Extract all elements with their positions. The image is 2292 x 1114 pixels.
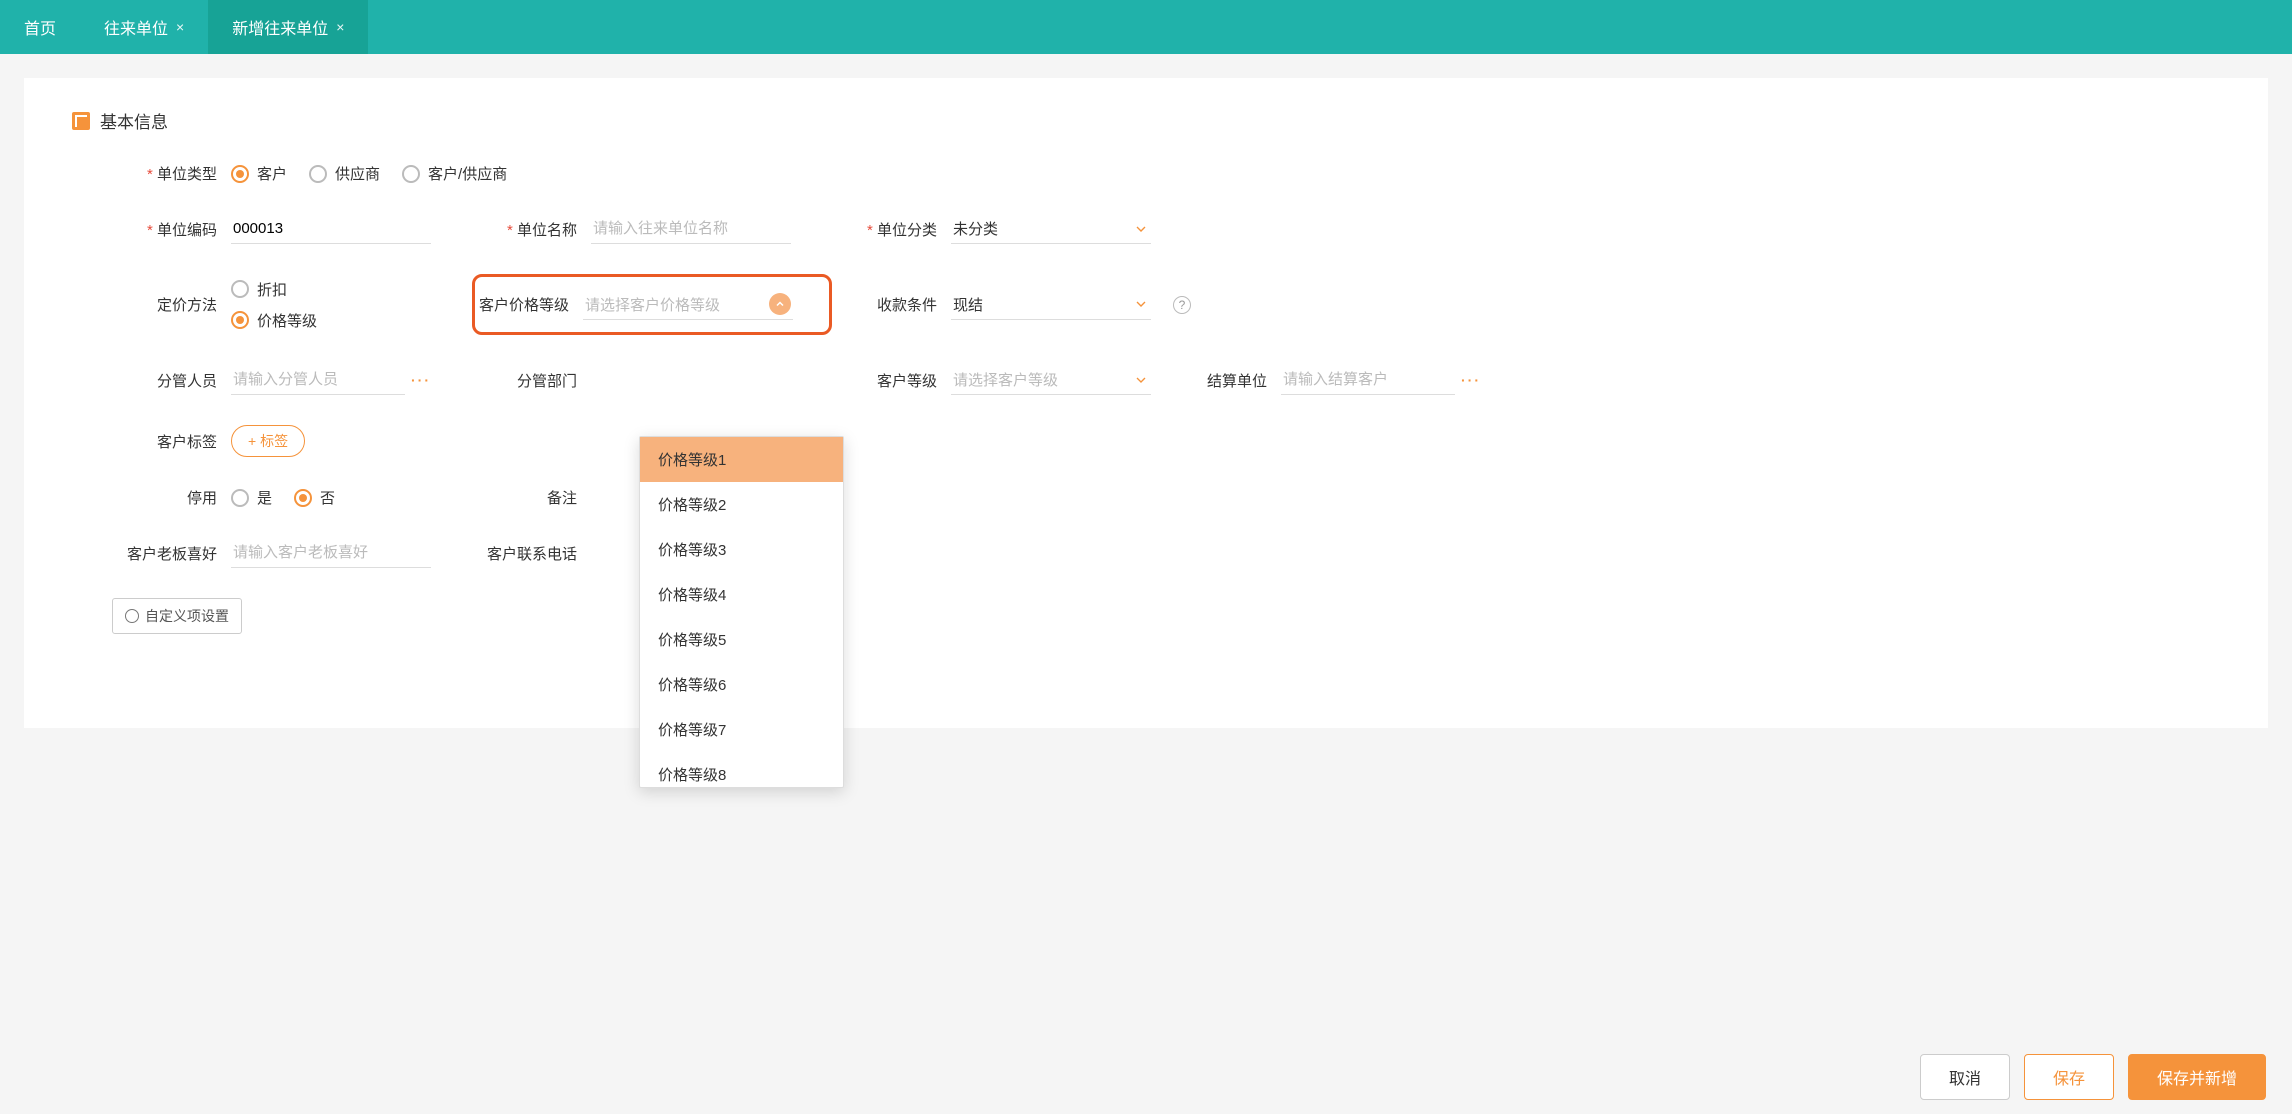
boss-hobby-input[interactable] (231, 538, 431, 568)
radio-customer[interactable]: 客户 (231, 163, 287, 184)
more-icon[interactable]: ··· (1455, 372, 1481, 388)
label-customer-tag: 客户标签 (112, 431, 217, 452)
label-pricing-method: 定价方法 (112, 294, 217, 315)
radio-discount[interactable]: 折扣 (231, 279, 317, 300)
unit-type-radio-group: 客户 供应商 客户/供应商 (231, 163, 507, 184)
unit-code-input[interactable] (231, 214, 431, 244)
dropdown-item[interactable]: 价格等级4 (640, 572, 843, 617)
cancel-button[interactable]: 取消 (1920, 1054, 2010, 1100)
save-button[interactable]: 保存 (2024, 1054, 2114, 1100)
tab-bar: 首页 往来单位 × 新增往来单位 × (0, 0, 2292, 54)
chevron-down-icon (1133, 372, 1149, 388)
dropdown-item[interactable]: 价格等级2 (640, 482, 843, 527)
pricing-method-radio-group: 折扣 价格等级 (231, 279, 317, 331)
dropdown-scroll[interactable]: 价格等级1 价格等级2 价格等级3 价格等级4 价格等级5 价格等级6 价格等级… (640, 437, 843, 787)
tab-label: 首页 (24, 15, 56, 39)
label-unit-type: 单位类型 (112, 163, 217, 184)
close-icon[interactable]: × (176, 19, 184, 35)
payment-terms-select[interactable]: 现结 (951, 290, 1151, 320)
label-unit-category: 单位分类 (832, 219, 937, 240)
tab-label: 新增往来单位 (232, 15, 328, 39)
label-manager-dept: 分管部门 (472, 370, 577, 391)
tab-home[interactable]: 首页 (0, 0, 80, 54)
label-settlement-unit: 结算单位 (1192, 370, 1267, 391)
label-unit-name: 单位名称 (472, 219, 577, 240)
section-title: 基本信息 (72, 108, 2220, 133)
add-tag-button[interactable]: + 标签 (231, 425, 305, 457)
dropdown-item[interactable]: 价格等级5 (640, 617, 843, 662)
label-price-level: 客户价格等级 (479, 294, 569, 315)
form-card: 基本信息 单位类型 客户 供应商 客户/供应商 单位编码 单位名称 (24, 78, 2268, 728)
more-icon[interactable]: ··· (405, 372, 431, 388)
gear-icon (125, 609, 139, 623)
customer-level-select[interactable]: 请选择客户等级 (951, 365, 1151, 395)
chevron-down-icon (1133, 296, 1149, 312)
dropdown-item[interactable]: 价格等级7 (640, 707, 843, 752)
price-level-select[interactable]: 请选择客户价格等级 (583, 289, 793, 320)
tab-label: 往来单位 (104, 15, 168, 39)
price-level-dropdown: 价格等级1 价格等级2 价格等级3 价格等级4 价格等级5 价格等级6 价格等级… (639, 436, 844, 788)
close-icon[interactable]: × (336, 19, 344, 35)
label-disabled: 停用 (112, 487, 217, 508)
chevron-up-icon (769, 293, 791, 315)
label-remark: 备注 (472, 487, 577, 508)
disabled-radio-group: 是 否 (231, 487, 335, 508)
save-new-button[interactable]: 保存并新增 (2128, 1054, 2266, 1100)
unit-category-select[interactable]: 未分类 (951, 214, 1151, 244)
radio-price-level[interactable]: 价格等级 (231, 310, 317, 331)
footer-actions: 取消 保存 保存并新增 (1920, 1054, 2266, 1100)
help-icon[interactable]: ? (1173, 296, 1191, 314)
dropdown-item[interactable]: 价格等级1 (640, 437, 843, 482)
tab-new-contact[interactable]: 新增往来单位 × (208, 0, 368, 54)
dropdown-item[interactable]: 价格等级3 (640, 527, 843, 572)
radio-supplier[interactable]: 供应商 (309, 163, 380, 184)
custom-settings-button[interactable]: 自定义项设置 (112, 598, 242, 634)
price-level-highlight: 客户价格等级 请选择客户价格等级 (472, 274, 832, 335)
dropdown-item[interactable]: 价格等级8 (640, 752, 843, 787)
dropdown-item[interactable]: 价格等级6 (640, 662, 843, 707)
settlement-unit-input[interactable] (1281, 365, 1455, 395)
label-boss-hobby: 客户老板喜好 (112, 543, 217, 564)
section-title-text: 基本信息 (100, 108, 168, 133)
radio-no[interactable]: 否 (294, 487, 335, 508)
unit-name-input[interactable] (591, 214, 791, 244)
label-customer-level: 客户等级 (832, 370, 937, 391)
manager-person-input[interactable] (231, 365, 405, 395)
label-manager-person: 分管人员 (112, 370, 217, 391)
form-icon (72, 112, 90, 130)
tab-contacts[interactable]: 往来单位 × (80, 0, 208, 54)
radio-both[interactable]: 客户/供应商 (402, 163, 507, 184)
chevron-down-icon (1133, 221, 1149, 237)
label-unit-code: 单位编码 (112, 219, 217, 240)
radio-yes[interactable]: 是 (231, 487, 272, 508)
label-contact-phone: 客户联系电话 (472, 543, 577, 564)
label-payment-terms: 收款条件 (832, 294, 937, 315)
